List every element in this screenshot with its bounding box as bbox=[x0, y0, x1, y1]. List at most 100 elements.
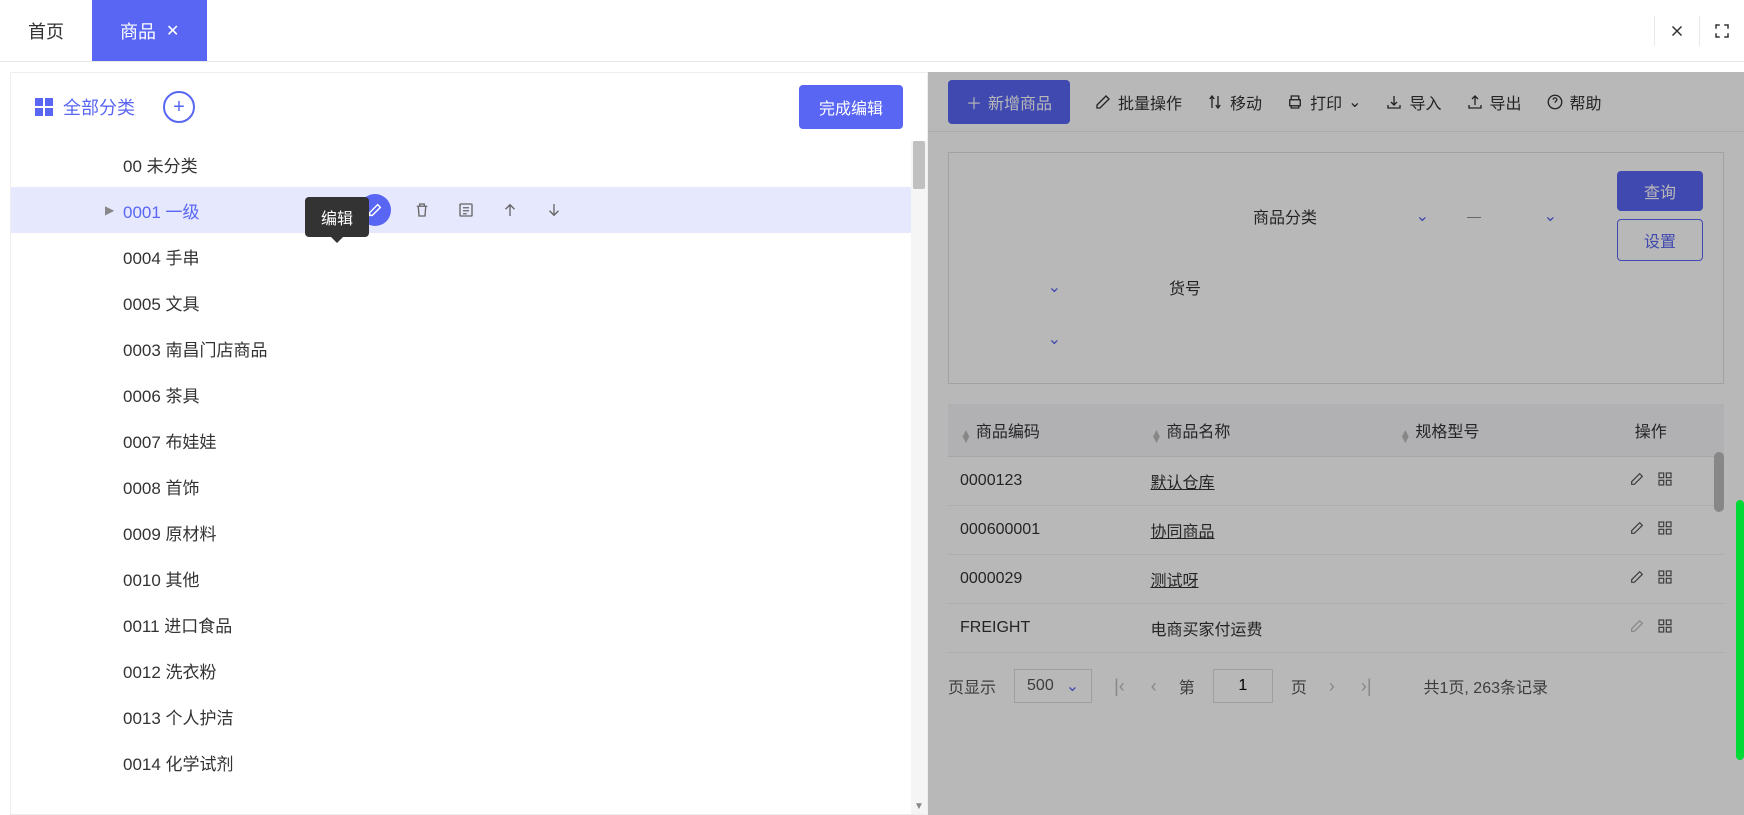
sort-icon: ▲▼ bbox=[960, 430, 972, 442]
tree-item[interactable]: 0007 布娃娃 bbox=[11, 417, 927, 463]
row-more-icon[interactable] bbox=[1657, 474, 1673, 491]
batch-ops-button[interactable]: 批量操作 bbox=[1094, 90, 1182, 114]
table-row[interactable]: 000600001协同商品 bbox=[948, 506, 1724, 555]
tree-item[interactable]: 0009 原材料 bbox=[11, 509, 927, 555]
filter-select-2[interactable]: ⌄ bbox=[969, 270, 1069, 304]
tree-item-label: 0010 其他 bbox=[123, 566, 200, 591]
row-edit-icon[interactable] bbox=[1629, 523, 1645, 540]
cell-ops bbox=[1578, 506, 1724, 555]
category-panel: 全部分类 + 完成编辑 编辑 00 未分类 ▶ 0001 一级 ＋ bbox=[10, 72, 928, 815]
col-spec[interactable]: ▲▼规格型号 bbox=[1387, 404, 1577, 457]
filter-select-3[interactable]: ⌄ bbox=[969, 322, 1069, 356]
cell-code: 000600001 bbox=[948, 506, 1139, 555]
table-row[interactable]: 0000123默认仓库 bbox=[948, 457, 1724, 506]
cell-code: FREIGHT bbox=[948, 604, 1139, 653]
table-row[interactable]: 0000029测试呀 bbox=[948, 555, 1724, 604]
table-scrollbar[interactable] bbox=[1714, 452, 1724, 512]
tree-item-label: 0009 原材料 bbox=[123, 520, 217, 545]
grid-icon bbox=[35, 98, 53, 116]
close-all-icon[interactable] bbox=[1655, 0, 1699, 62]
cell-name[interactable]: 测试呀 bbox=[1139, 555, 1388, 604]
tree-item-label: 0008 首饰 bbox=[123, 474, 200, 499]
per-page-select[interactable]: 500⌄ bbox=[1014, 669, 1092, 703]
tab-products[interactable]: 商品 ✕ bbox=[92, 0, 207, 61]
category-select[interactable]: ⌄ bbox=[1337, 199, 1437, 233]
tree-item[interactable]: 00 未分类 bbox=[11, 141, 927, 187]
page-input[interactable] bbox=[1213, 669, 1273, 703]
scroll-down-icon[interactable]: ▼ bbox=[911, 798, 927, 814]
page-last-icon[interactable]: ›| bbox=[1357, 672, 1376, 701]
page-scroll-indicator[interactable] bbox=[1736, 500, 1744, 760]
tree-item[interactable]: 0005 文具 bbox=[11, 279, 927, 325]
fullscreen-icon[interactable] bbox=[1700, 0, 1744, 62]
cell-name: 电商买家付运费 bbox=[1139, 604, 1388, 653]
row-more-icon[interactable] bbox=[1657, 621, 1673, 638]
page-next-icon[interactable]: › bbox=[1325, 672, 1339, 701]
cell-spec bbox=[1387, 457, 1577, 506]
main: 全部分类 + 完成编辑 编辑 00 未分类 ▶ 0001 一级 ＋ bbox=[0, 72, 1744, 815]
row-edit-icon[interactable] bbox=[1629, 572, 1645, 589]
scrollbar-thumb[interactable] bbox=[913, 141, 925, 189]
new-product-button[interactable]: ＋ 新增商品 bbox=[948, 80, 1070, 124]
chevron-down-icon: ⌄ bbox=[1544, 206, 1557, 226]
tree-item[interactable]: 0006 茶具 bbox=[11, 371, 927, 417]
print-button[interactable]: 打印 ⌄ bbox=[1286, 90, 1361, 114]
category-sub-select[interactable]: —⌄ bbox=[1457, 199, 1567, 233]
page-first-icon[interactable]: |‹ bbox=[1110, 672, 1129, 701]
tree-item-selected[interactable]: ▶ 0001 一级 ＋ bbox=[11, 187, 927, 233]
tree-item[interactable]: 0010 其他 bbox=[11, 555, 927, 601]
tree-item[interactable]: 0004 手串 bbox=[11, 233, 927, 279]
tree-item[interactable]: 0014 化学试剂 bbox=[11, 739, 927, 785]
query-button[interactable]: 查询 bbox=[1617, 171, 1703, 211]
help-button[interactable]: 帮助 bbox=[1546, 90, 1602, 114]
tab-home-label: 首页 bbox=[28, 18, 64, 44]
page-prev-icon[interactable]: ‹ bbox=[1147, 672, 1161, 701]
tree-item-label: 0012 洗衣粉 bbox=[123, 658, 217, 683]
caret-icon[interactable]: ▶ bbox=[105, 203, 119, 217]
tree-item-label: 0014 化学试剂 bbox=[123, 750, 234, 775]
chevron-down-icon: ⌄ bbox=[1416, 206, 1429, 226]
tree-item[interactable]: 0003 南昌门店商品 bbox=[11, 325, 927, 371]
close-icon[interactable]: ✕ bbox=[166, 21, 179, 41]
tree-item[interactable]: 0013 个人护洁 bbox=[11, 693, 927, 739]
delete-icon[interactable] bbox=[409, 197, 435, 223]
cell-name[interactable]: 默认仓库 bbox=[1139, 457, 1388, 506]
row-more-icon[interactable] bbox=[1657, 572, 1673, 589]
all-categories-label: 全部分类 bbox=[63, 94, 135, 120]
settings-button[interactable]: 设置 bbox=[1617, 219, 1703, 261]
done-edit-button[interactable]: 完成编辑 bbox=[799, 85, 903, 129]
category-header: 全部分类 + 完成编辑 bbox=[11, 73, 927, 141]
tree-item[interactable]: 0008 首饰 bbox=[11, 463, 927, 509]
product-table-wrap: ▲▼商品编码 ▲▼商品名称 ▲▼规格型号 操作 0000123默认仓库00060… bbox=[948, 404, 1724, 653]
tree-item-label: 0006 茶具 bbox=[123, 382, 200, 407]
cell-name[interactable]: 协同商品 bbox=[1139, 506, 1388, 555]
export-label: 导出 bbox=[1490, 90, 1522, 114]
move-down-icon[interactable] bbox=[541, 197, 567, 223]
tree-scrollbar[interactable]: ▼ bbox=[911, 141, 927, 814]
move-up-icon[interactable] bbox=[497, 197, 523, 223]
cell-spec bbox=[1387, 555, 1577, 604]
export-button[interactable]: 导出 bbox=[1466, 90, 1522, 114]
col-spec-label: 规格型号 bbox=[1415, 424, 1479, 441]
col-code[interactable]: ▲▼商品编码 bbox=[948, 404, 1139, 457]
properties-icon[interactable] bbox=[453, 197, 479, 223]
move-button[interactable]: 移动 bbox=[1206, 90, 1262, 114]
row-more-icon[interactable] bbox=[1657, 523, 1673, 540]
col-name[interactable]: ▲▼商品名称 bbox=[1139, 404, 1388, 457]
tree-item-label: 0004 手串 bbox=[123, 244, 200, 269]
tree-item[interactable]: 0011 进口食品 bbox=[11, 601, 927, 647]
table-row[interactable]: FREIGHT电商买家付运费 bbox=[948, 604, 1724, 653]
all-categories[interactable]: 全部分类 bbox=[35, 94, 135, 120]
tab-bar: 首页 商品 ✕ bbox=[0, 0, 1744, 62]
add-category-button[interactable]: + bbox=[163, 91, 195, 123]
tab-home[interactable]: 首页 bbox=[0, 0, 92, 61]
print-label: 打印 bbox=[1310, 90, 1342, 114]
cell-ops bbox=[1578, 555, 1724, 604]
tree-item[interactable]: 0012 洗衣粉 bbox=[11, 647, 927, 693]
import-button[interactable]: 导入 bbox=[1385, 90, 1441, 114]
tree-item-actions: ＋ bbox=[315, 194, 927, 226]
tab-bar-actions bbox=[1654, 0, 1744, 61]
category-tree[interactable]: 编辑 00 未分类 ▶ 0001 一级 ＋ bbox=[11, 141, 927, 814]
row-edit-icon[interactable] bbox=[1629, 474, 1645, 491]
pager: 页显示 500⌄ |‹ ‹ 第 页 › ›| 共1页, 263条记录 bbox=[928, 653, 1744, 719]
